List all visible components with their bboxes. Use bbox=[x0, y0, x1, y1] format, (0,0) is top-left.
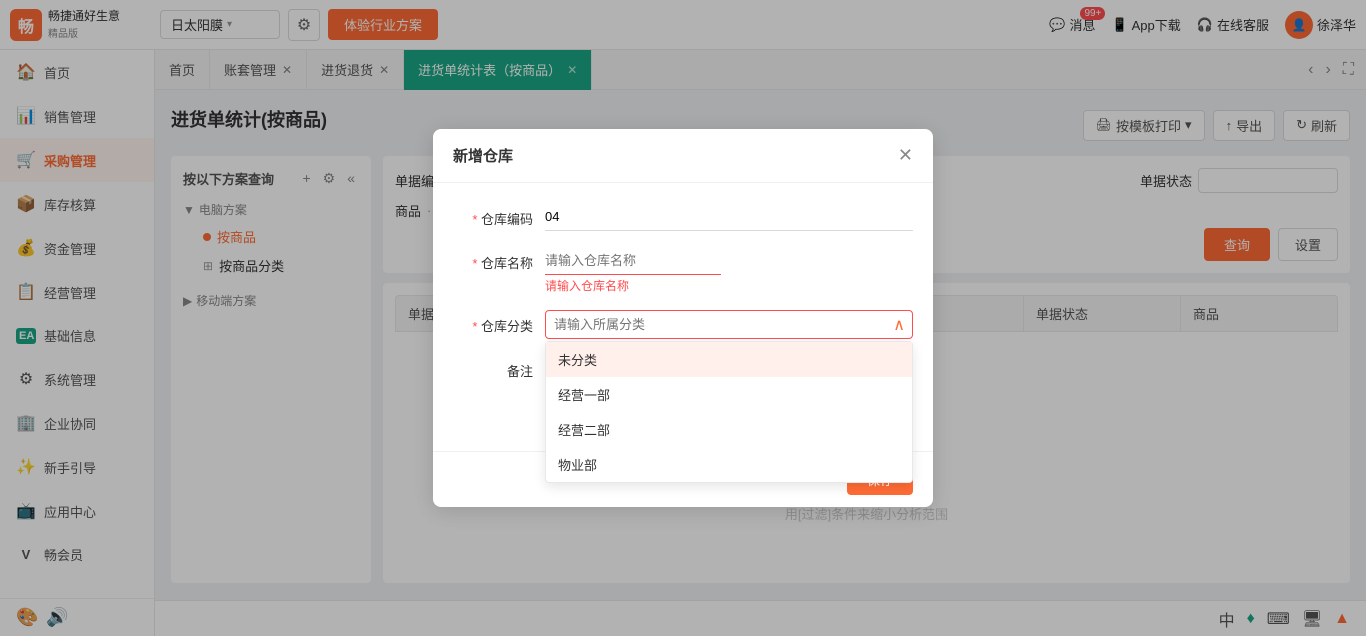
modal-overlay: 新增仓库 ✕ 仓库编码 仓库名称 请输入仓库名称 仓 bbox=[0, 0, 1366, 636]
category-label: 仓库分类 bbox=[453, 310, 533, 335]
dropdown-item-property[interactable]: 物业部 bbox=[546, 447, 912, 482]
modal-close-button[interactable]: ✕ bbox=[898, 145, 913, 166]
modal-header: 新增仓库 ✕ bbox=[433, 129, 933, 183]
category-select-wrapper: ∧ 未分类 经营一部 经营二部 物业部 bbox=[545, 310, 913, 339]
modal-body: 仓库编码 仓库名称 请输入仓库名称 仓库分类 ∧ bbox=[433, 183, 933, 451]
remark-label: 备注 bbox=[453, 355, 533, 380]
dropdown-item-uncategorized[interactable]: 未分类 bbox=[546, 342, 912, 377]
form-row-category: 仓库分类 ∧ 未分类 经营一部 经营二部 物业部 bbox=[453, 310, 913, 339]
form-row-code: 仓库编码 bbox=[453, 203, 913, 231]
modal-new-warehouse: 新增仓库 ✕ 仓库编码 仓库名称 请输入仓库名称 仓 bbox=[433, 129, 933, 507]
modal-title: 新增仓库 bbox=[453, 145, 513, 166]
warehouse-code-input[interactable] bbox=[545, 203, 913, 231]
warehouse-name-label: 仓库名称 bbox=[453, 247, 533, 272]
dropdown-item-dept1[interactable]: 经营一部 bbox=[546, 377, 912, 412]
category-dropdown: 未分类 经营一部 经营二部 物业部 bbox=[545, 341, 913, 483]
warehouse-name-input[interactable] bbox=[545, 247, 721, 275]
category-input[interactable] bbox=[545, 310, 913, 339]
warehouse-code-label: 仓库编码 bbox=[453, 203, 533, 228]
dropdown-item-dept2[interactable]: 经营二部 bbox=[546, 412, 912, 447]
warehouse-name-error: 请输入仓库名称 bbox=[545, 277, 721, 294]
form-row-name: 仓库名称 请输入仓库名称 bbox=[453, 247, 913, 294]
